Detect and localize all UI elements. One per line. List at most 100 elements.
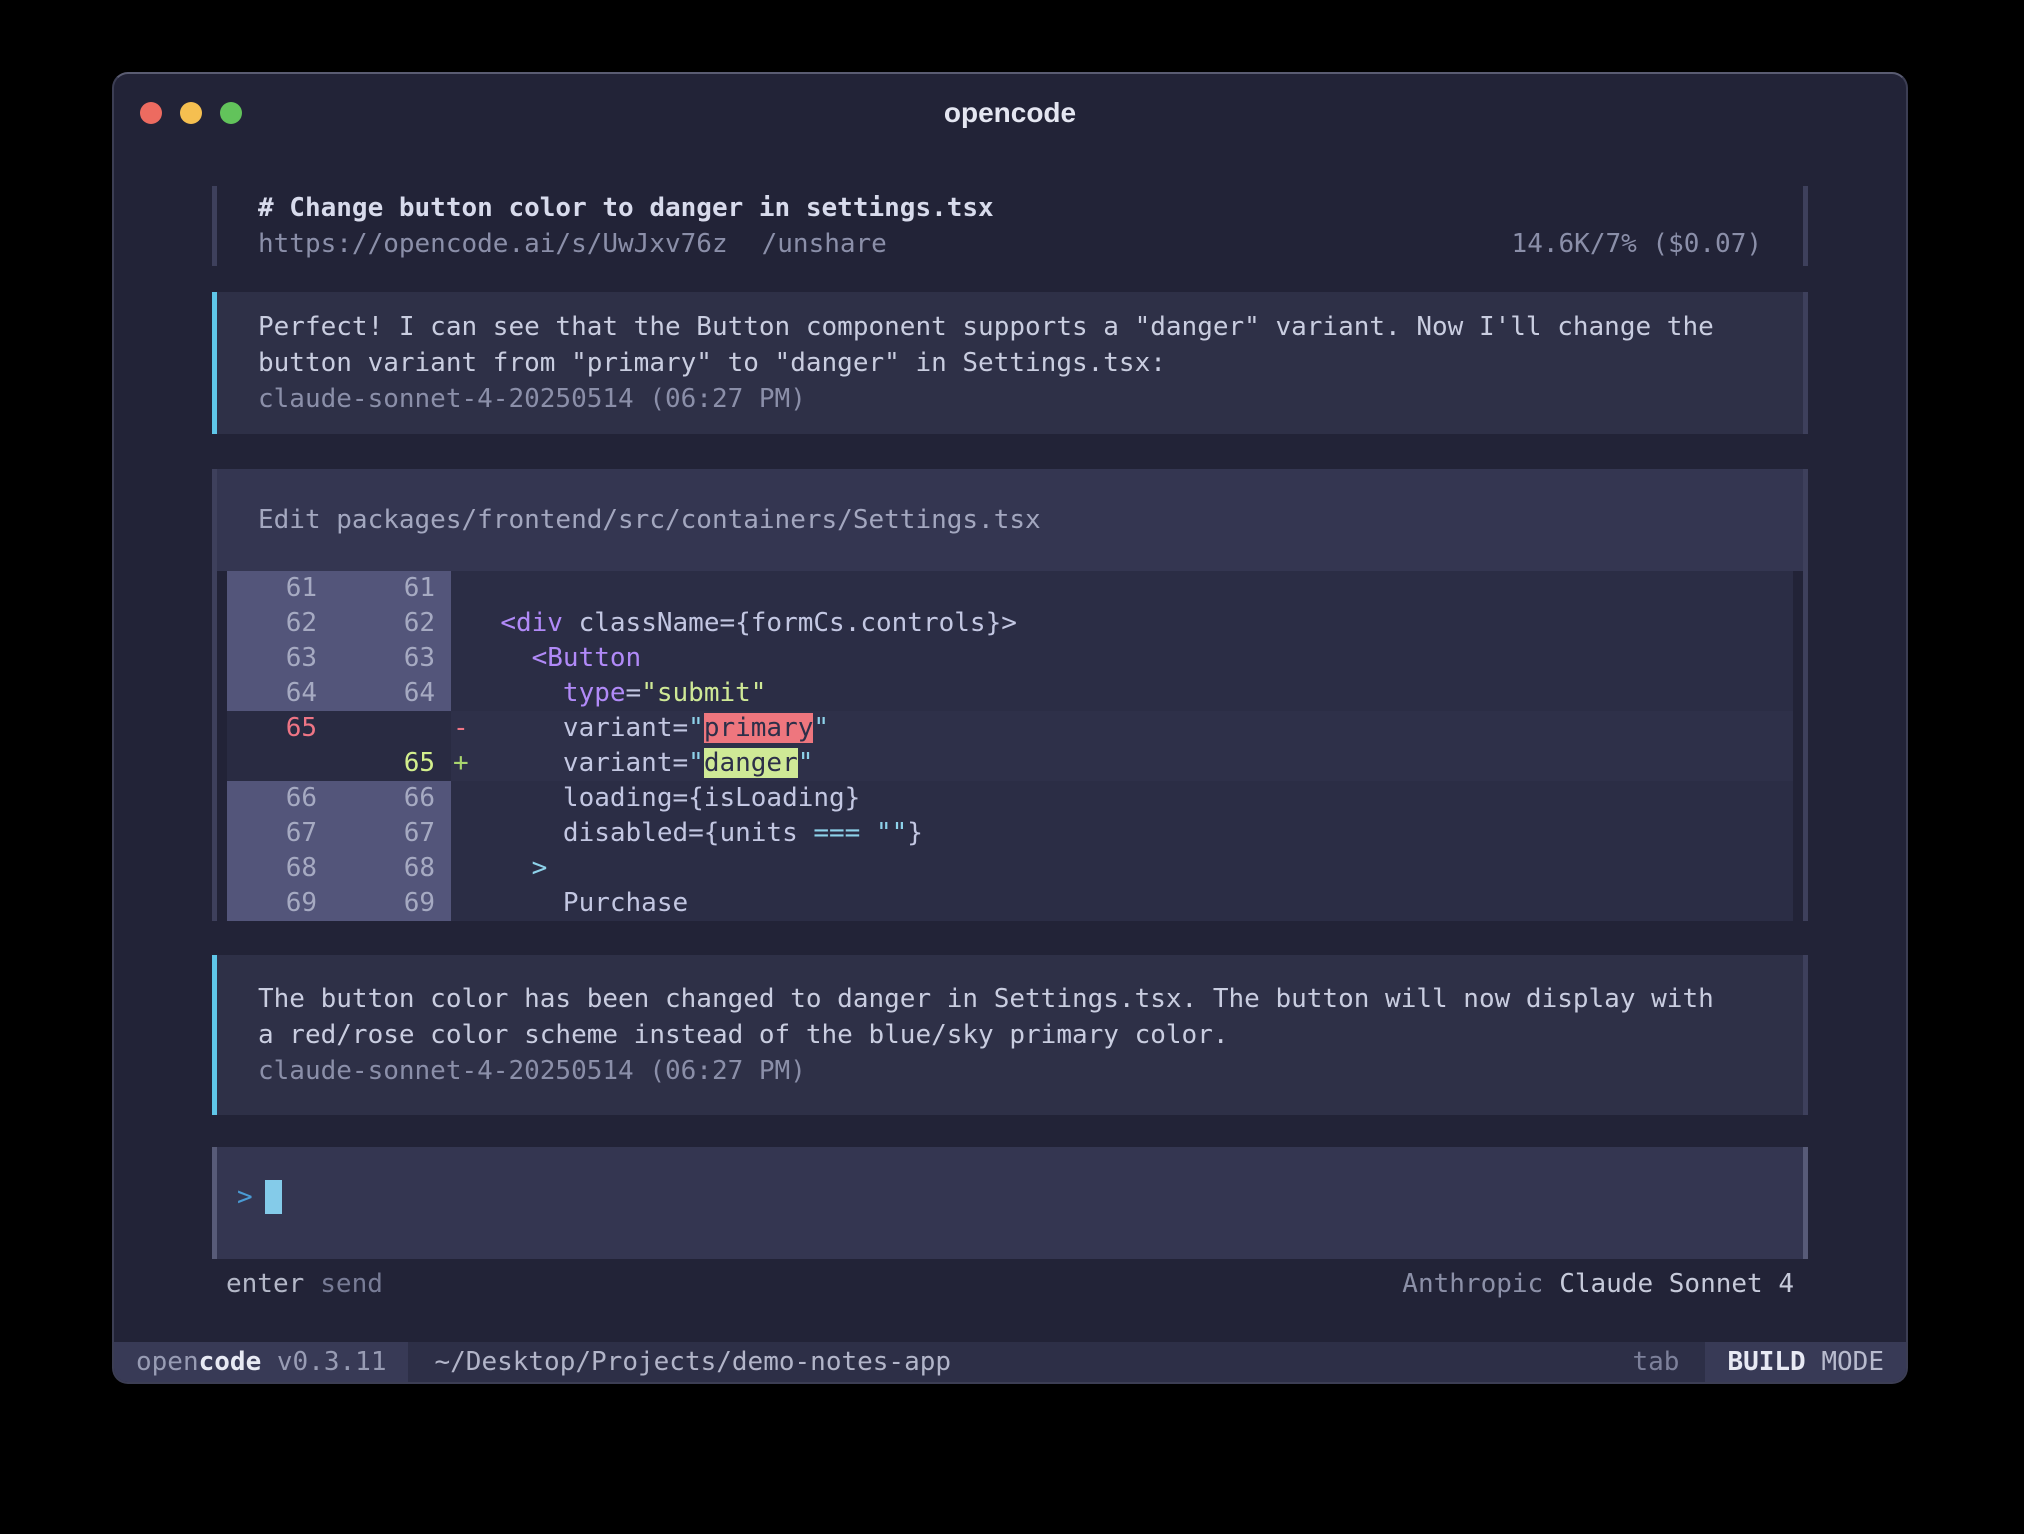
code-token: variant= bbox=[469, 748, 688, 778]
code-token: "submit" bbox=[641, 678, 766, 708]
line-number-gutter: 6969 bbox=[227, 886, 451, 921]
diff-code-line bbox=[451, 571, 1793, 606]
code-token: " bbox=[688, 713, 704, 743]
code-token: } bbox=[907, 818, 923, 848]
new-line-number: 63 bbox=[333, 641, 451, 676]
old-line-number: 66 bbox=[227, 781, 333, 816]
added-marker: + bbox=[453, 746, 469, 781]
line-number-gutter: 6868 bbox=[227, 851, 451, 886]
edit-tool-header: Edit packages/frontend/src/containers/Se… bbox=[217, 469, 1803, 571]
diff-row: 65- variant="primary" bbox=[227, 711, 1793, 746]
mode-segment: BUILD MODE bbox=[1705, 1342, 1906, 1382]
diff-code-line: Purchase bbox=[451, 886, 1793, 921]
app-version: v0.3.11 bbox=[277, 1347, 387, 1377]
assistant-message: The button color has been changed to dan… bbox=[212, 955, 1808, 1115]
mode-suffix: MODE bbox=[1821, 1347, 1884, 1377]
line-number-gutter: 6464 bbox=[227, 676, 451, 711]
model-label: Claude Sonnet 4 bbox=[1559, 1269, 1794, 1299]
code-token: " bbox=[798, 748, 814, 778]
removed-marker: - bbox=[453, 711, 469, 746]
diff-code-line: loading={isLoading} bbox=[451, 781, 1793, 816]
code-token: variant= bbox=[469, 713, 688, 743]
old-line-number: 67 bbox=[227, 816, 333, 851]
prompt-character: > bbox=[237, 1182, 253, 1212]
diff-row: 6767 disabled={units === ""} bbox=[227, 816, 1793, 851]
old-line-number: 68 bbox=[227, 851, 333, 886]
window-title: opencode bbox=[114, 82, 1906, 144]
app-name-bold: code bbox=[199, 1347, 262, 1377]
edit-tool-card: Edit packages/frontend/src/containers/Se… bbox=[212, 469, 1808, 921]
share-url-link[interactable]: https://opencode.ai/s/UwJxv76z bbox=[258, 226, 728, 262]
message-line: a red/rose color scheme instead of the b… bbox=[258, 1017, 1762, 1053]
diff-code-line: type="submit" bbox=[451, 676, 1793, 711]
code-token: Purchase bbox=[469, 888, 688, 918]
line-number-gutter: 6161 bbox=[227, 571, 451, 606]
model-indicator: Anthropic Claude Sonnet 4 bbox=[1402, 1269, 1794, 1299]
code-token bbox=[469, 608, 500, 638]
new-line-number: 65 bbox=[333, 746, 451, 781]
working-directory: ~/Desktop/Projects/demo-notes-app bbox=[434, 1342, 951, 1382]
app-version-segment: opencode v0.3.11 bbox=[114, 1342, 408, 1382]
old-line-number: 69 bbox=[227, 886, 333, 921]
window-titlebar[interactable]: opencode bbox=[114, 74, 1906, 144]
code-token: danger bbox=[704, 748, 798, 778]
context-usage: 14.6K/7% ($0.07) bbox=[1512, 226, 1762, 262]
diff-row: 6161 bbox=[227, 571, 1793, 606]
diff-code-line: + variant="danger" bbox=[451, 746, 1793, 781]
code-token bbox=[469, 853, 532, 883]
diff-code-line: <div className={formCs.controls}> bbox=[451, 606, 1793, 641]
prompt-input[interactable]: > bbox=[212, 1147, 1808, 1259]
new-line-number: 66 bbox=[333, 781, 451, 816]
app-name-normal: open bbox=[136, 1347, 199, 1377]
message-meta: claude-sonnet-4-20250514 (06:27 PM) bbox=[258, 1053, 1762, 1089]
code-token bbox=[469, 678, 563, 708]
minimize-button[interactable] bbox=[180, 102, 202, 124]
diff-row: 6969 Purchase bbox=[227, 886, 1793, 921]
code-token: " bbox=[688, 748, 704, 778]
new-line-number: 69 bbox=[333, 886, 451, 921]
send-hint: enter send bbox=[226, 1269, 383, 1299]
line-number-gutter: 6363 bbox=[227, 641, 451, 676]
diff-row: 6868 > bbox=[227, 851, 1793, 886]
diff-code-line: <Button bbox=[451, 641, 1793, 676]
message-line: The button color has been changed to dan… bbox=[258, 981, 1762, 1017]
traffic-lights bbox=[114, 102, 242, 124]
line-number-gutter: 6262 bbox=[227, 606, 451, 641]
send-action-label: send bbox=[320, 1269, 383, 1299]
old-line-number: 61 bbox=[227, 571, 333, 606]
provider-label: Anthropic bbox=[1402, 1269, 1543, 1299]
new-line-number: 67 bbox=[333, 816, 451, 851]
code-token: primary bbox=[704, 713, 814, 743]
close-button[interactable] bbox=[140, 102, 162, 124]
code-token: disabled={units bbox=[469, 818, 813, 848]
mode-name: BUILD bbox=[1727, 1347, 1805, 1377]
opencode-window: opencode # Change button color to danger… bbox=[112, 72, 1908, 1384]
diff-row: 65+ variant="danger" bbox=[227, 746, 1793, 781]
diff-row: 6262 <div className={formCs.controls}> bbox=[227, 606, 1793, 641]
text-cursor bbox=[265, 1180, 282, 1214]
enter-key-label: enter bbox=[226, 1269, 304, 1299]
assistant-message: Perfect! I can see that the Button compo… bbox=[212, 292, 1808, 434]
new-line-number: 68 bbox=[333, 851, 451, 886]
new-line-number: 64 bbox=[333, 676, 451, 711]
zoom-button[interactable] bbox=[220, 102, 242, 124]
diff-code-line: > bbox=[451, 851, 1793, 886]
old-line-number: 63 bbox=[227, 641, 333, 676]
session-title: # Change button color to danger in setti… bbox=[258, 190, 1762, 226]
code-token: <div bbox=[500, 608, 563, 638]
code-token: === "" bbox=[813, 818, 907, 848]
old-line-number: 64 bbox=[227, 676, 333, 711]
diff-row: 6464 type="submit" bbox=[227, 676, 1793, 711]
code-token: > bbox=[532, 853, 548, 883]
line-number-gutter: 65 bbox=[227, 711, 451, 746]
diff-code-line: - variant="primary" bbox=[451, 711, 1793, 746]
message-line: button variant from "primary" to "danger… bbox=[258, 345, 1762, 381]
diff-row: 6363 <Button bbox=[227, 641, 1793, 676]
code-token: " bbox=[813, 713, 829, 743]
diff-code-line: disabled={units === ""} bbox=[451, 816, 1793, 851]
keybind-hints: enter send Anthropic Claude Sonnet 4 bbox=[212, 1269, 1808, 1299]
code-token: className={formCs.controls}> bbox=[563, 608, 1017, 638]
diff-view: 61616262 <div className={formCs.controls… bbox=[227, 571, 1793, 921]
status-bar: opencode v0.3.11 ~/Desktop/Projects/demo… bbox=[114, 1342, 1906, 1382]
code-token: type bbox=[563, 678, 626, 708]
